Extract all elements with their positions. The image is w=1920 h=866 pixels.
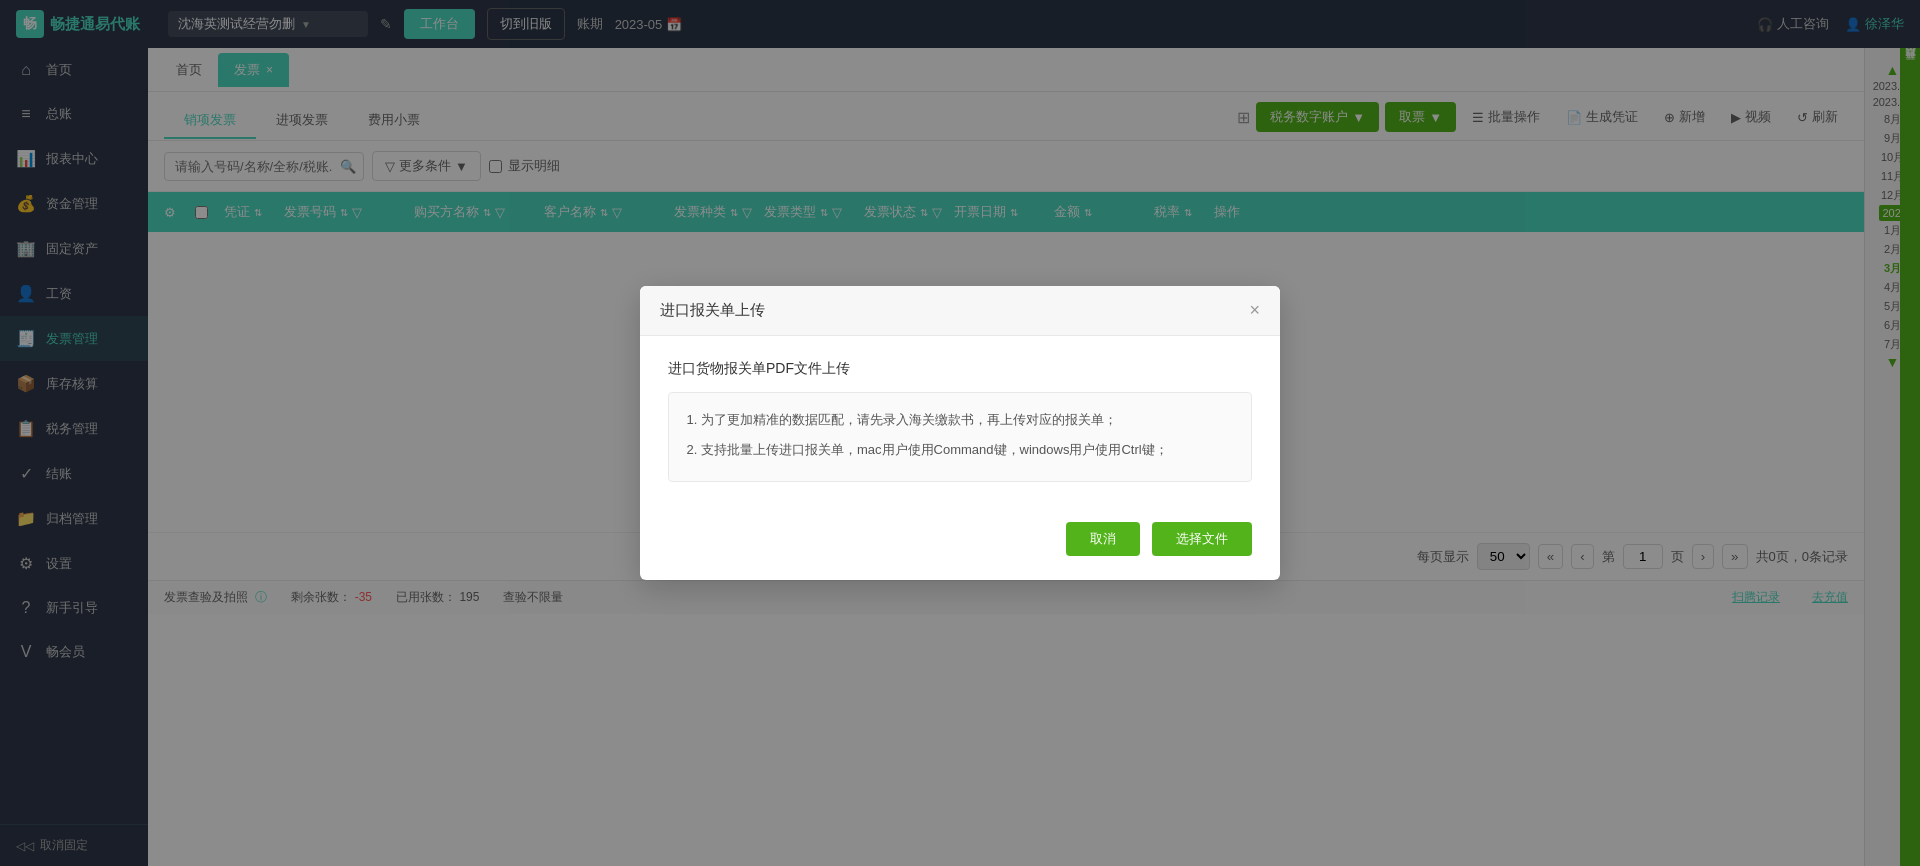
modal-body: 进口货物报关单PDF文件上传 为了更加精准的数据匹配，请先录入海关缴款书，再上传… [640, 336, 1280, 506]
modal-info-item-2: 支持批量上传进口报关单，mac用户使用Command键，windows用户使用C… [701, 437, 1235, 463]
modal-title: 进口报关单上传 [660, 301, 765, 320]
modal-section-title: 进口货物报关单PDF文件上传 [668, 360, 1252, 378]
modal-info-box: 为了更加精准的数据匹配，请先录入海关缴款书，再上传对应的报关单； 支持批量上传进… [668, 392, 1252, 482]
modal-header: 进口报关单上传 × [640, 286, 1280, 336]
modal-close-button[interactable]: × [1249, 300, 1260, 321]
modal-overlay[interactable]: 进口报关单上传 × 进口货物报关单PDF文件上传 为了更加精准的数据匹配，请先录… [0, 0, 1920, 866]
import-customs-modal: 进口报关单上传 × 进口货物报关单PDF文件上传 为了更加精准的数据匹配，请先录… [640, 286, 1280, 580]
modal-info-item-1: 为了更加精准的数据匹配，请先录入海关缴款书，再上传对应的报关单； [701, 407, 1235, 433]
modal-select-file-button[interactable]: 选择文件 [1152, 522, 1252, 556]
modal-cancel-button[interactable]: 取消 [1066, 522, 1140, 556]
modal-footer: 取消 选择文件 [640, 506, 1280, 580]
